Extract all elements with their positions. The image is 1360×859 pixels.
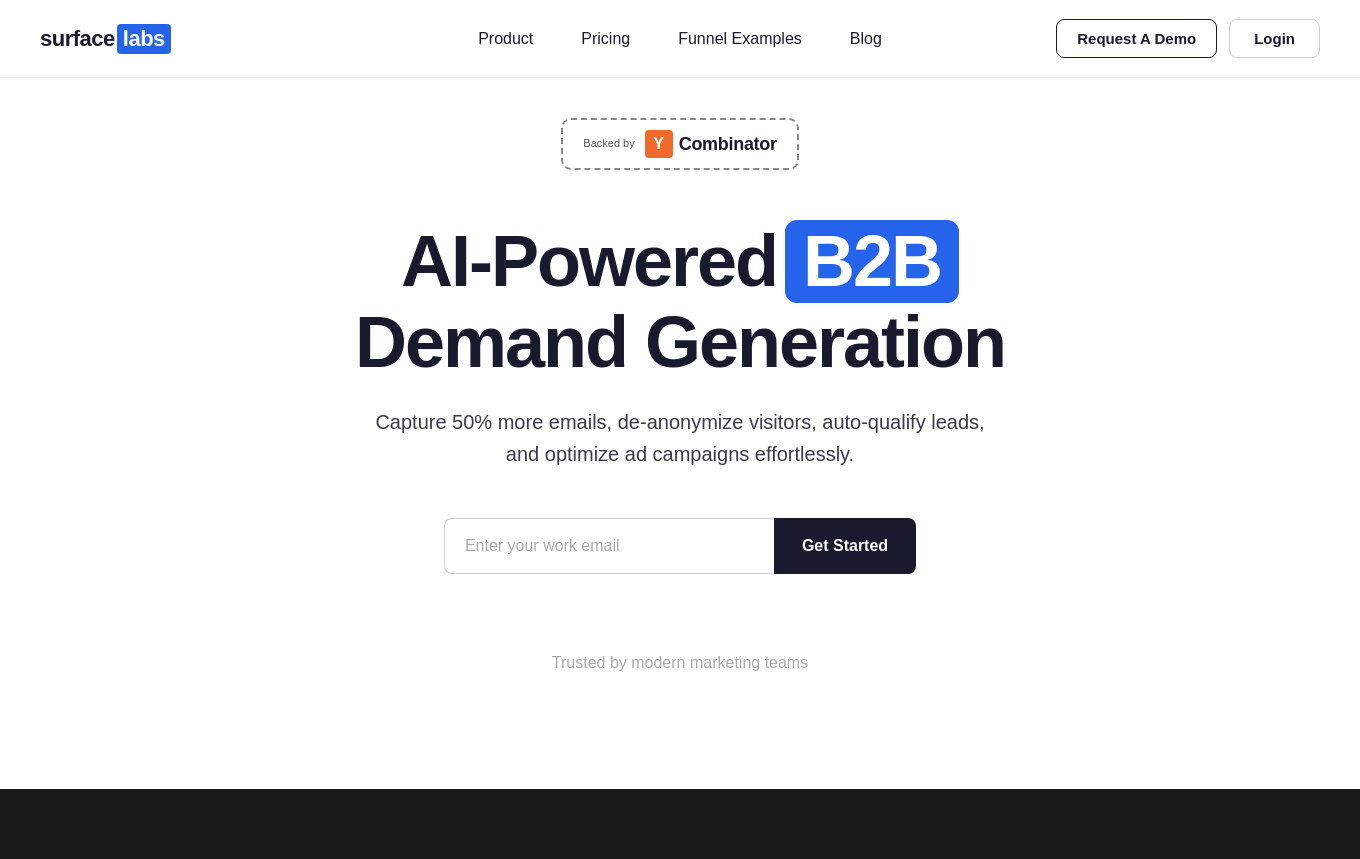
backed-by-text: Backed by bbox=[583, 137, 634, 150]
login-button[interactable]: Login bbox=[1229, 19, 1320, 58]
hero-subtitle: Capture 50% more emails, de-anonymize vi… bbox=[370, 406, 990, 470]
hero-title-b2b-badge: B2B bbox=[785, 220, 959, 303]
yc-badge: Backed by Y Combinator bbox=[561, 118, 798, 170]
get-started-button[interactable]: Get Started bbox=[774, 518, 916, 574]
hero-section: Backed by Y Combinator AI-PoweredB2B Dem… bbox=[0, 78, 1360, 752]
nav-links: Product Pricing Funnel Examples Blog bbox=[458, 22, 902, 56]
nav-actions: Request A Demo Login bbox=[1056, 19, 1320, 58]
yc-combinator-text: Combinator bbox=[679, 134, 777, 155]
request-demo-button[interactable]: Request A Demo bbox=[1056, 19, 1217, 58]
hero-title-ai-powered: AI-Powered bbox=[401, 221, 777, 301]
navbar: surfacelabs Product Pricing Funnel Examp… bbox=[0, 0, 1360, 78]
nav-link-product[interactable]: Product bbox=[458, 22, 553, 56]
nav-link-pricing[interactable]: Pricing bbox=[561, 22, 650, 56]
logo-labs-text: labs bbox=[117, 24, 171, 54]
logo-surface-text: surface bbox=[40, 26, 115, 52]
hero-title-line1: AI-PoweredB2B bbox=[355, 220, 1005, 303]
trusted-text: Trusted by modern marketing teams bbox=[552, 654, 808, 672]
hero-title-line2: Demand Generation bbox=[355, 303, 1005, 382]
logo[interactable]: surfacelabs bbox=[40, 24, 171, 54]
cta-form: Get Started bbox=[444, 518, 916, 574]
yc-y-icon: Y bbox=[645, 130, 673, 158]
yc-logo: Y Combinator bbox=[645, 130, 777, 158]
hero-title: AI-PoweredB2B Demand Generation bbox=[355, 220, 1005, 382]
nav-link-funnel-examples[interactable]: Funnel Examples bbox=[658, 22, 822, 56]
dark-footer-band bbox=[0, 789, 1360, 859]
email-input[interactable] bbox=[444, 518, 774, 574]
nav-link-blog[interactable]: Blog bbox=[830, 22, 902, 56]
